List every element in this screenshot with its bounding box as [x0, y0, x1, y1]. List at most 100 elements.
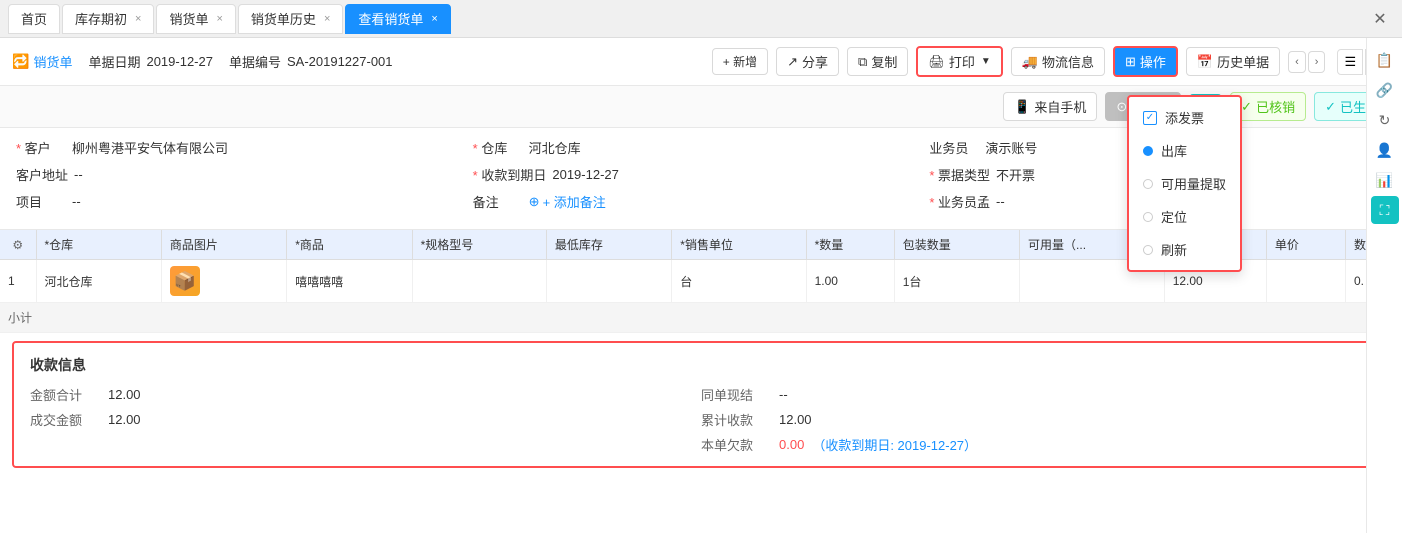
doc-header: 🔁 销货单 单据日期 2019-12-27 单据编号 SA-20191227-0…: [0, 38, 1402, 86]
sidebar-refresh-icon[interactable]: ↻: [1371, 106, 1399, 134]
payment-date-value: 2019-12-27: [552, 167, 619, 182]
sidebar-user-icon[interactable]: 👤: [1371, 136, 1399, 164]
product-img-icon: 📦: [174, 271, 196, 292]
tab-close-sales-history[interactable]: ×: [324, 13, 330, 25]
add-note-button[interactable]: ⊕ + 添加备注: [529, 192, 606, 211]
address-field: 客户地址 --: [16, 165, 473, 184]
tab-close-view-sales[interactable]: ×: [431, 13, 437, 25]
sidebar-doc-icon[interactable]: 📋: [1371, 46, 1399, 74]
payment-date-field: 收款到期日 2019-12-27: [473, 165, 930, 184]
tab-home[interactable]: 首页: [8, 4, 60, 34]
add-invoice-item[interactable]: ✓ 添发票: [1129, 101, 1240, 134]
balance-note: （收款到期日: 2019-12-27）: [812, 435, 977, 454]
share-icon: ↗: [787, 54, 798, 70]
cell-pack: 1台: [894, 260, 1019, 303]
from-mobile-button[interactable]: 📱 来自手机: [1003, 92, 1097, 121]
transaction-value: 12.00: [108, 412, 141, 427]
sales-staff-value: --: [996, 194, 1005, 209]
transaction-row: 成交金额 12.00: [30, 410, 701, 429]
available-extract-label: 可用量提取: [1161, 174, 1226, 193]
header-actions: + 新增 ↗ 分享 ⧉ 复制 🖨 打印 ▼ 🚚 物流信息 ⊞ 操作: [712, 46, 1390, 77]
invoice-label: 票据类型: [929, 165, 990, 184]
doc-icon: 🔁: [12, 53, 29, 70]
tab-close-sales[interactable]: ×: [216, 13, 222, 25]
payment-date-label: 收款到期日: [473, 165, 547, 184]
product-image: 📦: [170, 266, 200, 296]
cell-product: 嘻嘻嘻嘻: [287, 260, 412, 303]
footer-grid: 金额合计 12.00 同单现结 -- 成交金额 12.00 累计收款 12.00…: [30, 385, 1372, 454]
sidebar-expand-icon[interactable]: ⛶: [1371, 196, 1399, 224]
tab-view-sales[interactable]: 查看销货单 ×: [345, 4, 450, 34]
logistics-icon: 🚚: [1022, 54, 1038, 70]
sidebar-chart-icon[interactable]: 📊: [1371, 166, 1399, 194]
sidebar-link-icon[interactable]: 🔗: [1371, 76, 1399, 104]
prev-button[interactable]: ‹: [1288, 51, 1306, 73]
radio-locate-icon: [1143, 212, 1153, 222]
new-button[interactable]: + 新增: [712, 48, 768, 75]
checkbox-icon: ✓: [1143, 111, 1157, 125]
copy-icon: ⧉: [858, 54, 867, 70]
accumulated-label: 累计收款: [701, 410, 771, 429]
balance-row: 本单欠款 0.00 （收款到期日: 2019-12-27）: [701, 435, 1372, 454]
available-extract-item[interactable]: 可用量提取: [1129, 167, 1240, 200]
invoice-icon: ⊙: [1116, 99, 1127, 115]
tab-close-inventory[interactable]: ×: [135, 13, 141, 25]
col-product: *商品: [287, 230, 412, 260]
col-qty: *数量: [806, 230, 894, 260]
accumulated-value: 12.00: [779, 412, 812, 427]
list-view-button[interactable]: ☰: [1337, 49, 1363, 75]
warehouse-field: 仓库 河北仓库: [473, 138, 930, 157]
refresh-item[interactable]: 刷新: [1129, 233, 1240, 266]
col-settings: ⚙: [0, 230, 36, 260]
tab-sales-history[interactable]: 销货单历史 ×: [238, 4, 343, 34]
note-label: 备注: [473, 192, 523, 211]
tab-inventory[interactable]: 库存期初 ×: [62, 4, 154, 34]
footer-info: 收款信息 金额合计 12.00 同单现结 -- 成交金额 12.00 累计收款 …: [12, 341, 1390, 468]
col-img: 商品图片: [161, 230, 286, 260]
tab-bar: 首页 库存期初 × 销货单 × 销货单历史 × 查看销货单 × ✕: [0, 0, 1402, 38]
amount-row: 金额合计 12.00: [30, 385, 701, 404]
customer-value: 柳州粤港平安气体有限公司: [72, 138, 228, 157]
customer-label: 客户: [16, 138, 66, 157]
next-button[interactable]: ›: [1308, 51, 1326, 73]
cell-no: 1: [0, 260, 36, 303]
same-order-value: --: [779, 387, 788, 402]
col-price: 单价: [1266, 230, 1345, 260]
invoice-value: 不开票: [996, 165, 1035, 184]
col-pack: 包装数量: [894, 230, 1019, 260]
note-field: 备注 ⊕ + 添加备注: [473, 192, 930, 211]
history-button[interactable]: 📅 历史单据: [1186, 47, 1280, 76]
window-close-button[interactable]: ✕: [1366, 5, 1394, 33]
project-field: 项目 --: [16, 192, 473, 211]
subtotal-label: 小计: [0, 303, 1402, 333]
same-order-row: 同单现结 --: [701, 385, 1372, 404]
staff-label: 业务员: [929, 138, 979, 157]
operate-button[interactable]: ⊞ 操作: [1113, 46, 1178, 77]
accumulated-row: 累计收款 12.00: [701, 410, 1372, 429]
copy-button[interactable]: ⧉ 复制: [847, 47, 908, 76]
mobile-icon: 📱: [1014, 99, 1030, 115]
share-button[interactable]: ↗ 分享: [776, 47, 839, 76]
customer-field: 客户 柳州粤港平安气体有限公司: [16, 138, 473, 157]
add-invoice-label: 添发票: [1165, 108, 1204, 127]
radio-selected-icon: [1143, 146, 1153, 156]
cell-img: 📦: [161, 260, 286, 303]
balance-value: 0.00: [779, 437, 804, 452]
transaction-label: 成交金额: [30, 410, 100, 429]
footer-title: 收款信息: [30, 355, 1372, 375]
out-stock-item[interactable]: 出库: [1129, 134, 1240, 167]
col-spec: *规格型号: [412, 230, 546, 260]
right-sidebar: 📋 🔗 ↻ 👤 📊 ⛶: [1366, 38, 1402, 533]
logistics-button[interactable]: 🚚 物流信息: [1011, 47, 1105, 76]
plus-icon: ⊕: [529, 194, 540, 210]
print-button[interactable]: 🖨 打印 ▼: [916, 46, 1002, 77]
staff-value: 演示账号: [985, 138, 1037, 157]
col-warehouse: *仓库: [36, 230, 161, 260]
cell-price: [1266, 260, 1345, 303]
tab-sales[interactable]: 销货单 ×: [156, 4, 235, 34]
subtotal-row: 小计: [0, 303, 1402, 333]
locate-item[interactable]: 定位: [1129, 200, 1240, 233]
balance-label: 本单欠款: [701, 435, 771, 454]
warehouse-label: 仓库: [473, 138, 523, 157]
cell-spec: [412, 260, 546, 303]
